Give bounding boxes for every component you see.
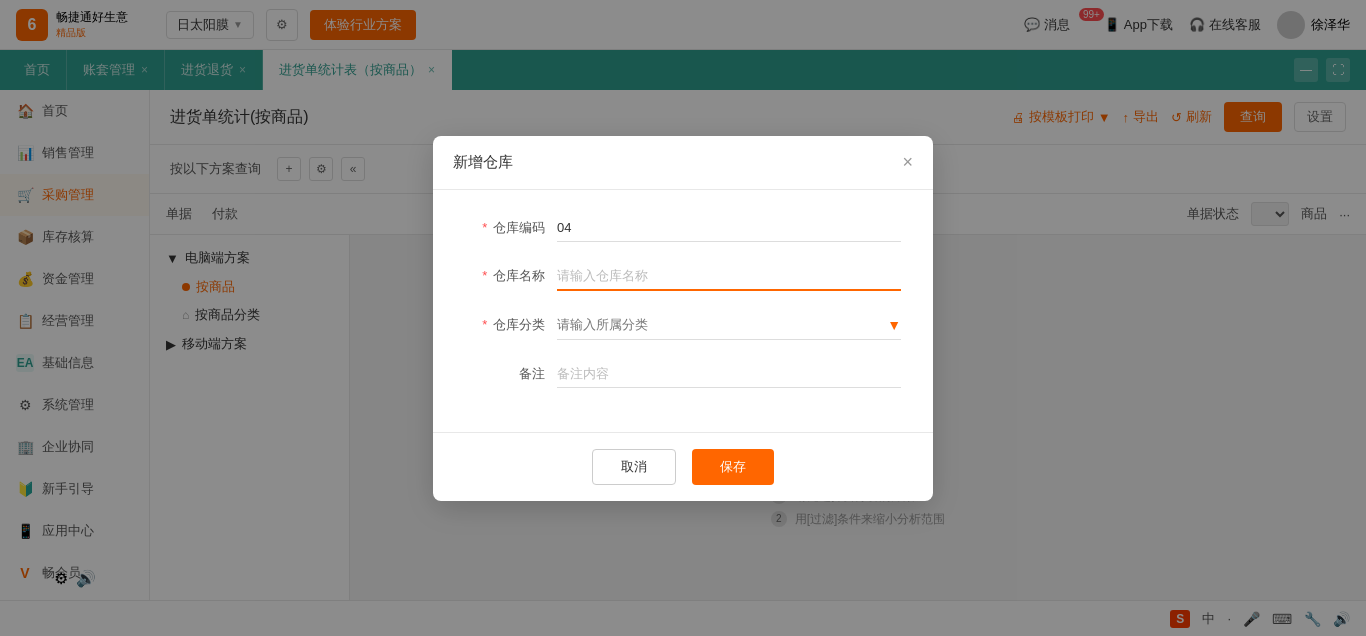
category-required-star: * [482, 317, 487, 332]
category-label: * 仓库分类 [465, 316, 545, 334]
modal-close-button[interactable]: × [902, 152, 913, 173]
form-row-note: 备注 [465, 360, 901, 388]
modal-footer: 取消 保存 [433, 432, 933, 501]
code-label-text: 仓库编码 [493, 220, 545, 235]
category-dropdown-icon[interactable]: ▼ [887, 317, 901, 333]
note-label-text: 备注 [519, 366, 545, 381]
form-row-category: * 仓库分类 ▼ [465, 311, 901, 340]
cancel-button[interactable]: 取消 [592, 449, 676, 485]
modal-header: 新增仓库 × [433, 136, 933, 190]
category-input[interactable] [557, 317, 887, 332]
modal-body: * 仓库编码 * 仓库名称 * 仓库分类 [433, 190, 933, 432]
note-input[interactable] [557, 360, 901, 388]
category-select-row: ▼ [557, 311, 901, 340]
modal-overlay: 新增仓库 × * 仓库编码 * 仓库名称 [0, 0, 1366, 636]
name-input[interactable] [557, 262, 901, 291]
note-label: 备注 [465, 365, 545, 383]
code-label: * 仓库编码 [465, 219, 545, 237]
code-required-star: * [482, 220, 487, 235]
save-button[interactable]: 保存 [692, 449, 774, 485]
code-input[interactable] [557, 214, 901, 242]
form-row-code: * 仓库编码 [465, 214, 901, 242]
name-label-text: 仓库名称 [493, 268, 545, 283]
form-row-name: * 仓库名称 [465, 262, 901, 291]
new-warehouse-modal: 新增仓库 × * 仓库编码 * 仓库名称 [433, 136, 933, 501]
name-required-star: * [482, 268, 487, 283]
modal-title: 新增仓库 [453, 153, 513, 172]
category-label-text: 仓库分类 [493, 317, 545, 332]
name-label: * 仓库名称 [465, 267, 545, 285]
